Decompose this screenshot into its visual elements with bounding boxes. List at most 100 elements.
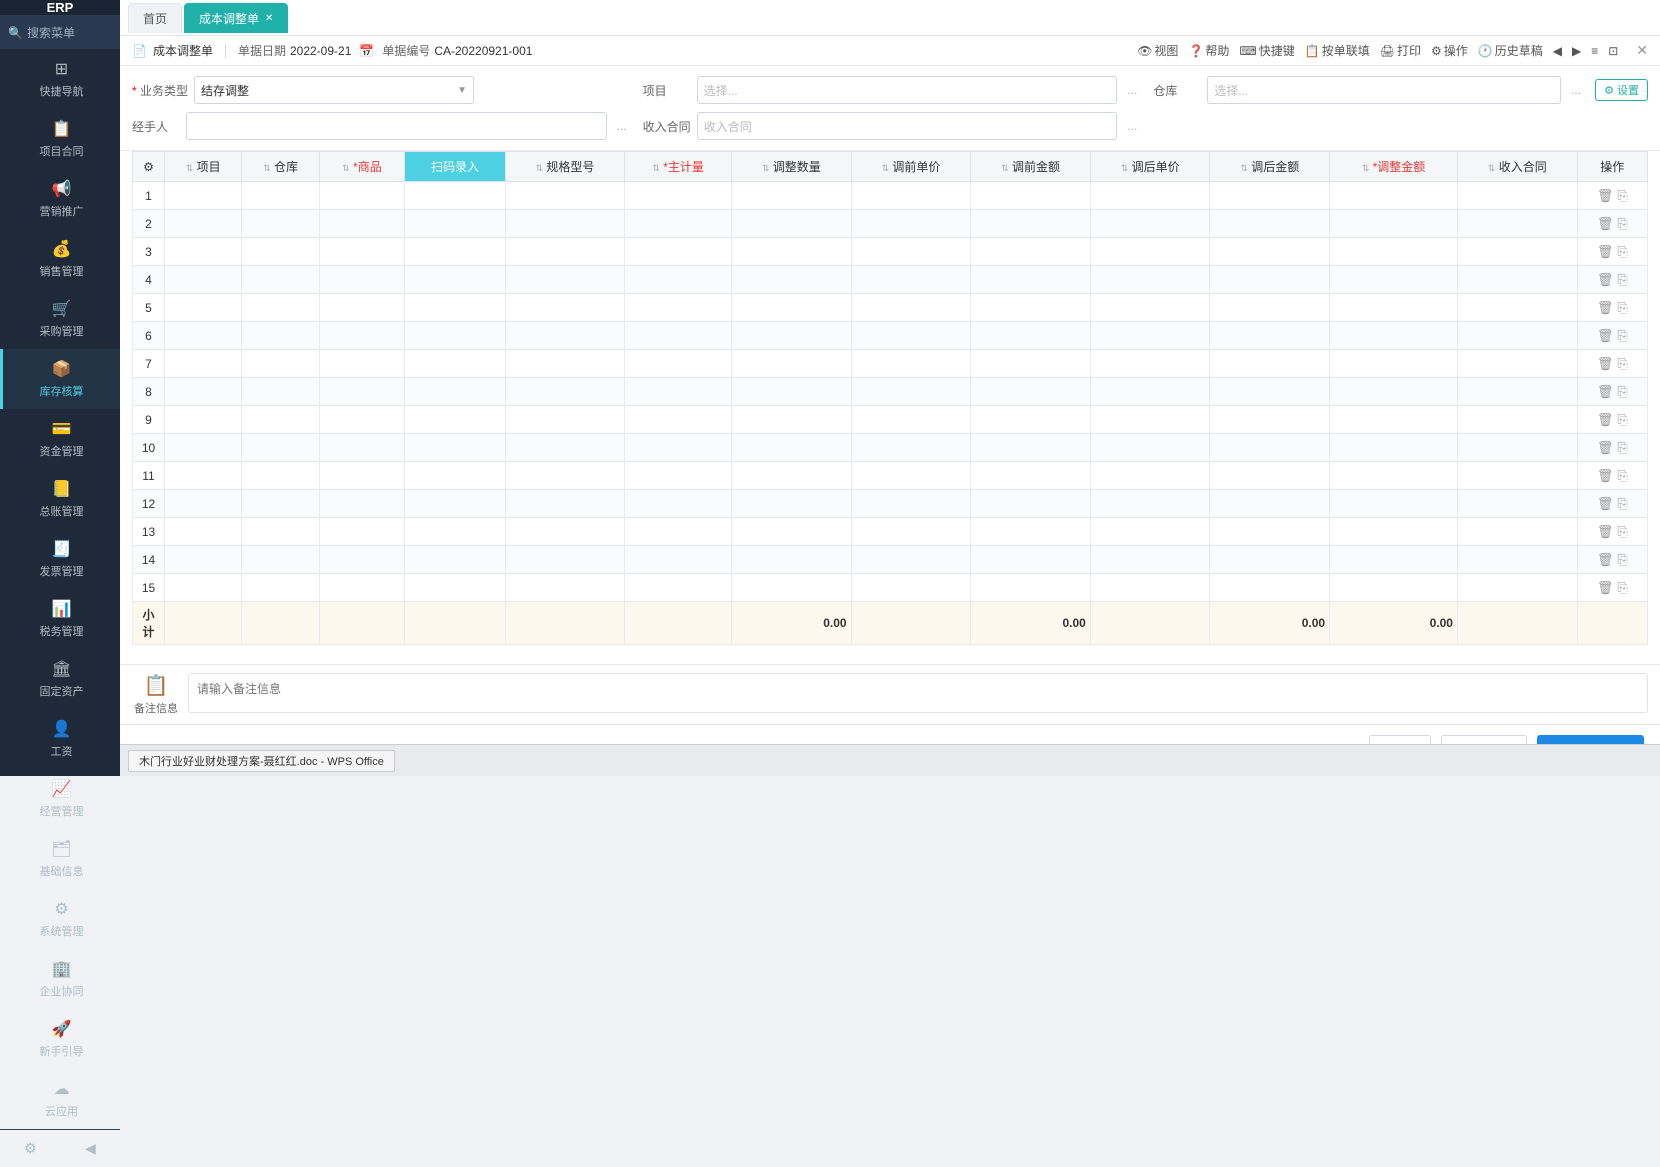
toggle-sidebar-button[interactable]: ◀ (85, 1140, 96, 1157)
table-cell[interactable] (1090, 322, 1210, 350)
delete-row-button[interactable]: 🗑 (1597, 552, 1614, 568)
table-cell[interactable] (1457, 266, 1577, 294)
table-cell[interactable] (731, 434, 851, 462)
table-cell[interactable] (1090, 266, 1210, 294)
table-cell[interactable] (971, 210, 1091, 238)
copy-row-button[interactable]: ⎘ (1617, 496, 1627, 512)
table-cell[interactable] (165, 322, 242, 350)
table-cell[interactable] (1090, 518, 1210, 546)
copy-row-button[interactable]: ⎘ (1617, 468, 1627, 484)
table-cell[interactable] (1090, 406, 1210, 434)
table-cell[interactable] (505, 210, 625, 238)
table-cell[interactable] (1330, 238, 1458, 266)
copy-row-button[interactable]: ⎘ (1617, 580, 1627, 596)
table-cell[interactable] (1457, 294, 1577, 322)
table-cell[interactable] (1210, 238, 1330, 266)
table-cell[interactable] (505, 238, 625, 266)
table-cell[interactable] (731, 462, 851, 490)
table-cell[interactable] (1090, 294, 1210, 322)
close-button[interactable]: ✕ (1636, 42, 1648, 59)
delete-row-button[interactable]: 🗑 (1597, 384, 1614, 400)
table-cell[interactable] (1090, 490, 1210, 518)
table-cell[interactable] (319, 294, 405, 322)
table-cell[interactable] (242, 182, 319, 210)
table-cell[interactable] (505, 266, 625, 294)
income-contract-more-btn[interactable]: ... (1127, 119, 1137, 133)
project-input[interactable]: 选择... (697, 76, 1118, 104)
table-cell[interactable] (1090, 182, 1210, 210)
print-btn[interactable]: 🖨 打印 (1380, 42, 1421, 59)
table-cell[interactable] (1210, 518, 1330, 546)
table-cell[interactable] (165, 266, 242, 294)
table-cell[interactable] (505, 350, 625, 378)
sidebar-item-ops[interactable]: 📈 经营管理 (0, 769, 120, 829)
fill-btn[interactable]: 📋 按单联填 (1305, 42, 1370, 59)
table-cell[interactable] (851, 350, 971, 378)
table-cell[interactable] (1457, 546, 1577, 574)
table-cell[interactable] (971, 434, 1091, 462)
table-cell[interactable] (851, 266, 971, 294)
table-cell[interactable] (851, 490, 971, 518)
table-cell[interactable] (971, 294, 1091, 322)
help-btn[interactable]: ❓ 帮助 (1188, 42, 1229, 59)
sidebar-item-quick-nav[interactable]: ⊞ 快捷导航 (0, 49, 120, 109)
sidebar-item-enterprise[interactable]: 🏢 企业协同 (0, 949, 120, 1009)
table-cell[interactable] (319, 378, 405, 406)
table-cell[interactable] (1210, 210, 1330, 238)
sidebar-item-ledger[interactable]: 📒 总账管理 (0, 469, 120, 529)
table-cell[interactable] (319, 546, 405, 574)
table-cell[interactable] (625, 574, 732, 602)
table-cell[interactable] (1210, 378, 1330, 406)
table-cell[interactable] (1457, 406, 1577, 434)
sidebar-item-guide[interactable]: 🚀 新手引导 (0, 1009, 120, 1069)
operation-btn[interactable]: ⚙ 操作 (1431, 42, 1468, 59)
sidebar-item-cloud[interactable]: ☁ 云应用 (0, 1069, 120, 1129)
table-cell[interactable] (405, 574, 505, 602)
table-cell[interactable] (1090, 462, 1210, 490)
table-cell[interactable] (505, 322, 625, 350)
table-cell[interactable] (165, 294, 242, 322)
table-cell[interactable] (731, 210, 851, 238)
table-cell[interactable] (625, 378, 732, 406)
table-cell[interactable] (1090, 378, 1210, 406)
table-cell[interactable] (971, 462, 1091, 490)
table-cell[interactable] (505, 490, 625, 518)
copy-row-button[interactable]: ⎘ (1617, 356, 1627, 372)
table-cell[interactable] (505, 378, 625, 406)
warehouse-more-btn[interactable]: ... (1571, 83, 1581, 97)
table-cell[interactable] (242, 266, 319, 294)
table-cell[interactable] (165, 574, 242, 602)
table-cell[interactable] (1330, 350, 1458, 378)
tab-close-icon[interactable]: ✕ (265, 13, 273, 24)
table-cell[interactable] (731, 406, 851, 434)
table-cell[interactable] (851, 546, 971, 574)
table-cell[interactable] (242, 406, 319, 434)
table-cell[interactable] (971, 182, 1091, 210)
table-cell[interactable] (731, 266, 851, 294)
sidebar-item-sys[interactable]: ⚙ 系统管理 (0, 889, 120, 949)
copy-row-button[interactable]: ⎘ (1617, 272, 1627, 288)
table-cell[interactable] (242, 490, 319, 518)
table-cell[interactable] (242, 462, 319, 490)
th-scan[interactable]: 扫码录入 (405, 152, 505, 182)
table-cell[interactable] (242, 434, 319, 462)
table-cell[interactable] (405, 546, 505, 574)
sidebar-item-inventory[interactable]: 📦 库存核算 (0, 349, 120, 409)
table-cell[interactable] (165, 490, 242, 518)
table-cell[interactable] (319, 182, 405, 210)
warehouse-input[interactable]: 选择... (1207, 76, 1561, 104)
table-cell[interactable] (1330, 182, 1458, 210)
sidebar-item-hr[interactable]: 👤 工资 (0, 709, 120, 769)
history-btn[interactable]: 🕐 历史草稿 (1478, 42, 1543, 59)
table-cell[interactable] (851, 182, 971, 210)
table-cell[interactable] (1330, 378, 1458, 406)
table-cell[interactable] (851, 322, 971, 350)
table-cell[interactable] (1330, 322, 1458, 350)
notes-input[interactable] (188, 673, 1648, 713)
table-cell[interactable] (1090, 574, 1210, 602)
table-cell[interactable] (1457, 322, 1577, 350)
sidebar-item-tax[interactable]: 📊 税务管理 (0, 589, 120, 649)
table-cell[interactable] (1330, 490, 1458, 518)
table-cell[interactable] (625, 294, 732, 322)
table-cell[interactable] (731, 490, 851, 518)
